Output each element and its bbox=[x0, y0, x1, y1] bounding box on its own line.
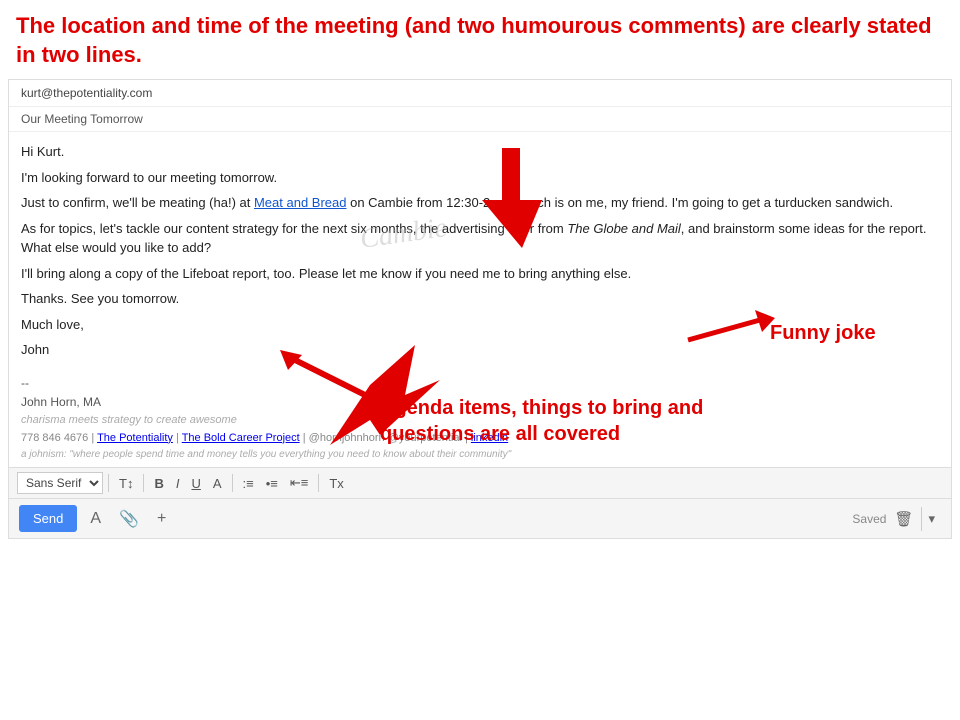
line2: Just to confirm, we'll be meating (ha!) … bbox=[21, 193, 939, 213]
funny-joke-label: Funny joke bbox=[770, 322, 876, 345]
toolbar-divider-1 bbox=[108, 474, 109, 492]
compose-bottom: Send A 📎 + Saved 🗑 ▾ bbox=[9, 498, 951, 538]
sig-divider: -- bbox=[21, 374, 939, 393]
unordered-list-btn[interactable]: •≡ bbox=[261, 474, 283, 493]
toolbar-divider-3 bbox=[232, 474, 233, 492]
ordered-list-btn[interactable]: :≡ bbox=[238, 474, 259, 493]
annotation-text: The location and time of the meeting (an… bbox=[16, 12, 944, 69]
email-subject: Our Meeting Tomorrow bbox=[9, 107, 951, 132]
send-button[interactable]: Send bbox=[19, 505, 77, 532]
email-container: kurt@thepotentiality.com Our Meeting Tom… bbox=[8, 79, 952, 539]
text-format-btn[interactable]: A bbox=[85, 508, 106, 530]
toolbar-divider-2 bbox=[143, 474, 144, 492]
line1: I'm looking forward to our meeting tomor… bbox=[21, 168, 939, 188]
clear-formatting-btn[interactable]: Tx bbox=[324, 474, 348, 493]
more-options-btn[interactable]: + bbox=[152, 508, 171, 530]
email-from: kurt@thepotentiality.com bbox=[9, 80, 951, 107]
line3: As for topics, let's tackle our content … bbox=[21, 219, 939, 258]
line4: I'll bring along a copy of the Lifeboat … bbox=[21, 264, 939, 284]
header-annotation: The location and time of the meeting (an… bbox=[0, 0, 960, 79]
font-size-btn[interactable]: T↕ bbox=[114, 474, 138, 493]
saved-status: Saved bbox=[852, 512, 886, 526]
font-select[interactable]: Sans Serif bbox=[17, 472, 103, 494]
italic-btn[interactable]: I bbox=[171, 474, 185, 493]
font-color-btn[interactable]: A bbox=[208, 474, 227, 493]
attach-btn[interactable]: 📎 bbox=[114, 507, 144, 531]
indent-btn[interactable]: ⇤≡ bbox=[285, 473, 313, 493]
agenda-items-label: Agenda items, things to bring and questi… bbox=[380, 395, 780, 447]
bold-btn[interactable]: B bbox=[149, 474, 168, 493]
underline-btn[interactable]: U bbox=[186, 474, 205, 493]
meat-and-bread-link[interactable]: Meat and Bread bbox=[254, 195, 347, 210]
line5: Thanks. See you tomorrow. bbox=[21, 289, 939, 309]
compose-toolbar: Sans Serif T↕ B I U A :≡ •≡ ⇤≡ Tx bbox=[9, 467, 951, 498]
bold-career-link[interactable]: The Bold Career Project bbox=[182, 432, 300, 444]
greeting: Hi Kurt. bbox=[21, 142, 939, 162]
more-btn[interactable]: ▾ bbox=[921, 507, 941, 531]
sig-quote: a johnism: "where people spend time and … bbox=[21, 447, 939, 463]
potentiality-link[interactable]: The Potentiality bbox=[97, 432, 173, 444]
discard-btn[interactable]: 🗑 bbox=[894, 510, 913, 528]
toolbar-divider-4 bbox=[318, 474, 319, 492]
